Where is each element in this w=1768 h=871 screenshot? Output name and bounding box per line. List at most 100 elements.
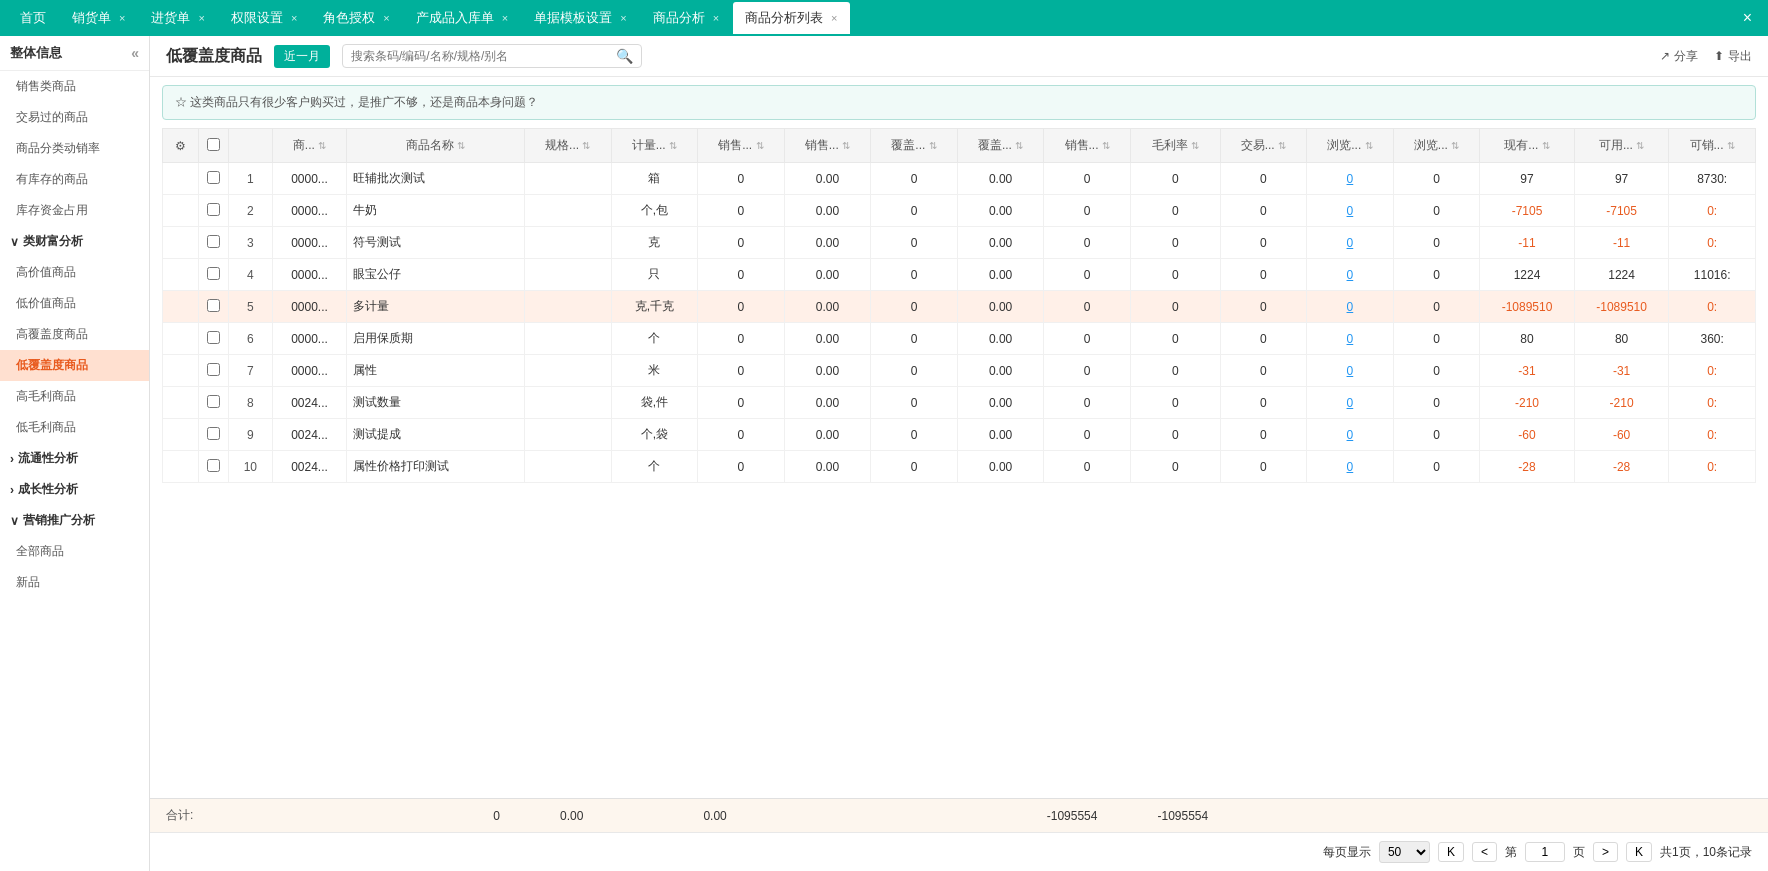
sidebar-item-sales-goods[interactable]: 销售类商品 [0, 71, 149, 102]
row-checkbox-cell[interactable] [198, 291, 228, 323]
nav-tab-purchase[interactable]: 进货单 × [139, 2, 216, 34]
row-checkbox-cell[interactable] [198, 355, 228, 387]
col-header-view2[interactable]: 浏览... ⇅ [1393, 129, 1480, 163]
nav-tab-production[interactable]: 产成品入库单 × [404, 2, 520, 34]
nav-tab-template[interactable]: 单据模板设置 × [522, 2, 638, 34]
row-checkbox-cell[interactable] [198, 419, 228, 451]
sidebar-item-high-value[interactable]: 高价值商品 [0, 257, 149, 288]
row-view1[interactable]: 0 [1307, 195, 1394, 227]
nav-tab-permissions[interactable]: 权限设置 × [219, 2, 309, 34]
sidebar-item-low-value[interactable]: 低价值商品 [0, 288, 149, 319]
table-row: 1 0000... 旺辅批次测试 箱 0 0.00 0 0.00 0 0 0 0… [163, 163, 1756, 195]
row-view1[interactable]: 0 [1307, 387, 1394, 419]
prev-page-button[interactable]: < [1472, 842, 1497, 862]
col-header-unit[interactable]: 计量... ⇅ [611, 129, 698, 163]
row-view1[interactable]: 0 [1307, 291, 1394, 323]
col-header-gross[interactable]: 毛利率 ⇅ [1130, 129, 1220, 163]
search-icon[interactable]: 🔍 [616, 48, 633, 64]
export-button[interactable]: ⬆ 导出 [1714, 48, 1752, 65]
col-header-spec[interactable]: 规格... ⇅ [524, 129, 611, 163]
row-view1[interactable]: 0 [1307, 163, 1394, 195]
row-checkbox[interactable] [207, 363, 220, 376]
col-header-name[interactable]: 商品名称 ⇅ [346, 129, 524, 163]
nav-tab-product-analysis-list[interactable]: 商品分析列表 × [733, 2, 849, 34]
settings-col-header[interactable]: ⚙ [163, 129, 199, 163]
close-all-button[interactable]: × [1735, 5, 1760, 31]
sidebar-item-all-goods[interactable]: 全部商品 [0, 536, 149, 567]
sidebar-item-new-goods[interactable]: 新品 [0, 567, 149, 598]
row-view1[interactable]: 0 [1307, 451, 1394, 483]
col-header-current-stock[interactable]: 现有... ⇅ [1480, 129, 1575, 163]
col-header-cover1[interactable]: 覆盖... ⇅ [871, 129, 958, 163]
sidebar-item-stocked-goods[interactable]: 有库存的商品 [0, 164, 149, 195]
sidebar-section-marketing[interactable]: ∨ 营销推广分析 [0, 505, 149, 536]
next-page-button[interactable]: > [1593, 842, 1618, 862]
row-checkbox-cell[interactable] [198, 451, 228, 483]
row-checkbox-cell[interactable] [198, 323, 228, 355]
row-checkbox[interactable] [207, 171, 220, 184]
first-page-button[interactable]: K [1438, 842, 1464, 862]
row-checkbox[interactable] [207, 235, 220, 248]
row-view1[interactable]: 0 [1307, 355, 1394, 387]
col-header-sales3[interactable]: 销售... ⇅ [1044, 129, 1131, 163]
checkbox-col-header[interactable] [198, 129, 228, 163]
close-icon[interactable]: × [620, 12, 626, 24]
row-checkbox-cell[interactable] [198, 259, 228, 291]
nav-tab-roles[interactable]: 角色授权 × [311, 2, 401, 34]
row-checkbox[interactable] [207, 427, 220, 440]
nav-tab-home[interactable]: 首页 [8, 2, 58, 34]
last-page-button[interactable]: K [1626, 842, 1652, 862]
row-checkbox-cell[interactable] [198, 195, 228, 227]
close-icon[interactable]: × [713, 12, 719, 24]
close-icon[interactable]: × [831, 12, 837, 24]
sidebar-section-wealth[interactable]: ∨ 类财富分析 [0, 226, 149, 257]
sidebar-item-traded-goods[interactable]: 交易过的商品 [0, 102, 149, 133]
row-checkbox[interactable] [207, 331, 220, 344]
row-checkbox-cell[interactable] [198, 163, 228, 195]
sidebar-item-high-coverage[interactable]: 高覆盖度商品 [0, 319, 149, 350]
col-header-trade[interactable]: 交易... ⇅ [1220, 129, 1307, 163]
row-checkbox[interactable] [207, 299, 220, 312]
row-checkbox-cell[interactable] [198, 227, 228, 259]
row-view1[interactable]: 0 [1307, 259, 1394, 291]
sidebar-item-stock-capital[interactable]: 库存资金占用 [0, 195, 149, 226]
sidebar-item-high-margin[interactable]: 高毛利商品 [0, 381, 149, 412]
sidebar-section-growth[interactable]: › 成长性分析 [0, 474, 149, 505]
col-header-code[interactable]: 商... ⇅ [273, 129, 347, 163]
close-icon[interactable]: × [119, 12, 125, 24]
col-header-view1[interactable]: 浏览... ⇅ [1307, 129, 1394, 163]
per-page-select[interactable]: 50 20 100 200 [1379, 841, 1430, 863]
col-header-available[interactable]: 可用... ⇅ [1574, 129, 1669, 163]
row-view1[interactable]: 0 [1307, 419, 1394, 451]
settings-icon[interactable]: ⚙ [175, 139, 186, 153]
row-view1[interactable]: 0 [1307, 227, 1394, 259]
sidebar-item-low-coverage[interactable]: 低覆盖度商品 [0, 350, 149, 381]
row-checkbox[interactable] [207, 395, 220, 408]
select-all-checkbox[interactable] [207, 138, 220, 151]
share-button[interactable]: ↗ 分享 [1660, 48, 1698, 65]
sidebar-item-category-rate[interactable]: 商品分类动销率 [0, 133, 149, 164]
total-sales-qty: 0 [493, 809, 500, 823]
close-icon[interactable]: × [291, 12, 297, 24]
col-header-sales-qty[interactable]: 销售... ⇅ [698, 129, 785, 163]
close-icon[interactable]: × [198, 12, 204, 24]
page-number-input[interactable] [1525, 842, 1565, 862]
page-label: 第 [1505, 844, 1517, 861]
row-checkbox-cell[interactable] [198, 387, 228, 419]
row-checkbox[interactable] [207, 203, 220, 216]
row-view1[interactable]: 0 [1307, 323, 1394, 355]
sidebar-section-flow[interactable]: › 流通性分析 [0, 443, 149, 474]
row-checkbox[interactable] [207, 267, 220, 280]
nav-tab-sales[interactable]: 销货单 × [60, 2, 137, 34]
nav-tab-product-analysis[interactable]: 商品分析 × [641, 2, 731, 34]
search-input[interactable] [351, 49, 612, 63]
sidebar-collapse-button[interactable]: « [131, 45, 139, 61]
period-button[interactable]: 近一月 [274, 45, 330, 68]
sidebar-item-low-margin[interactable]: 低毛利商品 [0, 412, 149, 443]
close-icon[interactable]: × [383, 12, 389, 24]
col-header-sales-amt[interactable]: 销售... ⇅ [784, 129, 871, 163]
col-header-cover2[interactable]: 覆盖... ⇅ [957, 129, 1044, 163]
col-header-sellable[interactable]: 可销... ⇅ [1669, 129, 1756, 163]
close-icon[interactable]: × [502, 12, 508, 24]
row-checkbox[interactable] [207, 459, 220, 472]
